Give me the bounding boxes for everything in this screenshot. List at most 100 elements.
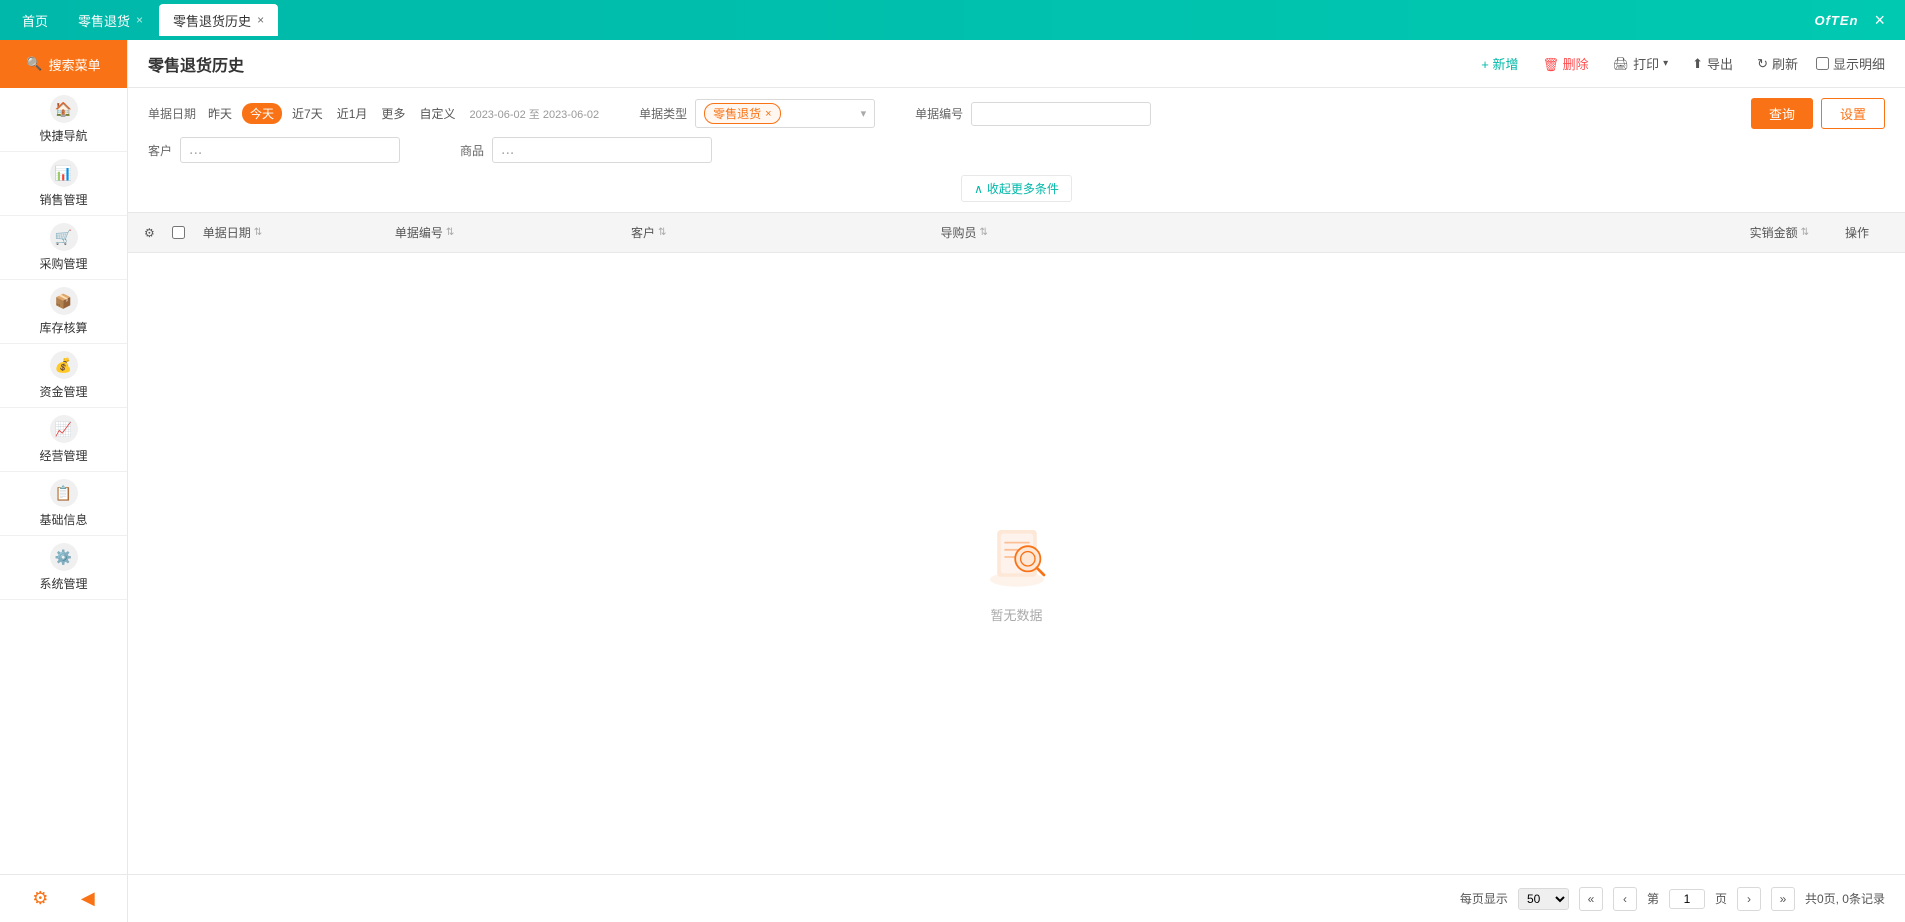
date-btn-7days[interactable]: 近7天 (288, 103, 327, 124)
new-button[interactable]: + 新增 (1475, 50, 1524, 77)
tab-retail-return[interactable]: 零售退货 × (64, 4, 157, 36)
sidebar-item-label: 经营管理 (39, 447, 87, 464)
type-tag-close[interactable]: × (765, 108, 771, 120)
sidebar-item-label: 快捷导航 (39, 127, 87, 144)
th-date-sort[interactable]: ⇅ (254, 227, 262, 238)
page-size-select[interactable]: 50 10 20 100 (1518, 888, 1569, 910)
print-icon: 🖨 (1613, 56, 1630, 72)
setting-button[interactable]: 设置 (1821, 98, 1885, 129)
type-tag: 零售退货 × (704, 103, 780, 124)
sidebar-item-finance[interactable]: 💰 资金管理 (0, 344, 127, 408)
type-tag-label: 零售退货 (713, 105, 761, 122)
date-btn-today[interactable]: 今天 (242, 103, 282, 124)
show-detail-checkbox[interactable] (1816, 57, 1829, 70)
sidebar-search[interactable]: 🔍 搜索菜单 (0, 40, 127, 88)
toolbar: + 新增 🗑 删除 🖨 打印 ▾ ⬆ 导出 ↻ 刷新 显示明细 (1475, 50, 1885, 77)
first-page-button[interactable]: « (1579, 887, 1603, 911)
filter-row-1: 单据日期 昨天 今天 近7天 近1月 更多 自定义 2023-06-02 至 2… (148, 98, 1885, 129)
goods-filter-group: 商品 ... (460, 137, 712, 163)
th-customer: 客户 ⇅ (623, 224, 933, 241)
table-header: ⚙ 单据日期 ⇅ 单据编号 ⇅ 客户 ⇅ 导购员 (128, 213, 1905, 253)
th-guide: 导购员 ⇅ (933, 224, 1169, 241)
th-setting[interactable]: ⚙ (136, 226, 163, 240)
purchase-icon: 🛒 (50, 223, 78, 251)
goods-filter-input[interactable]: ... (492, 137, 712, 163)
content-area: 零售退货历史 + 新增 🗑 删除 🖨 打印 ▾ ⬆ 导出 ↻ 刷新 (128, 40, 1905, 922)
th-checkbox[interactable] (163, 226, 195, 239)
th-amount-sort[interactable]: ⇅ (1801, 227, 1809, 238)
finance-icon: 💰 (50, 351, 78, 379)
prev-page-button[interactable]: ‹ (1613, 887, 1637, 911)
sidebar-item-basic-info[interactable]: 📋 基础信息 (0, 472, 127, 536)
sidebar-item-label: 库存核算 (39, 319, 87, 336)
page-label: 第 (1647, 890, 1659, 907)
main-layout: 🔍 搜索菜单 🏠 快捷导航 📊 销售管理 🛒 采购管理 📦 库存核算 💰 资金管… (0, 40, 1905, 922)
date-btn-more[interactable]: 更多 (377, 103, 409, 124)
window-close-button[interactable]: × (1870, 10, 1889, 31)
sidebar-item-purchase-mgmt[interactable]: 🛒 采购管理 (0, 216, 127, 280)
next-page-button[interactable]: › (1737, 887, 1761, 911)
filter-area: 单据日期 昨天 今天 近7天 近1月 更多 自定义 2023-06-02 至 2… (128, 88, 1905, 213)
date-btn-yesterday[interactable]: 昨天 (204, 103, 236, 124)
last-page-button[interactable]: » (1771, 887, 1795, 911)
print-button[interactable]: 🖨 打印 ▾ (1607, 50, 1675, 77)
top-bar: 首页 零售退货 × 零售退货历史 × OfTEn × (0, 0, 1905, 40)
sidebar-bottom: ⚙ ◀ (0, 874, 127, 922)
page-size-label: 每页显示 (1460, 890, 1508, 907)
type-filter-label: 单据类型 (639, 105, 687, 122)
th-date: 单据日期 ⇅ (195, 224, 387, 241)
tab-home[interactable]: 首页 (8, 4, 62, 36)
sidebar-item-label: 资金管理 (39, 383, 87, 400)
sidebar-item-inventory[interactable]: 📦 库存核算 (0, 280, 127, 344)
type-filter-select[interactable]: 零售退货 × ▾ (695, 99, 875, 128)
table-area: ⚙ 单据日期 ⇅ 单据编号 ⇅ 客户 ⇅ 导购员 (128, 213, 1905, 874)
refresh-button[interactable]: ↻ 刷新 (1751, 50, 1804, 77)
tab-list: 首页 零售退货 × 零售退货历史 × (8, 4, 1814, 36)
customer-filter-label: 客户 (148, 142, 172, 159)
collapse-icon[interactable]: ◀ (81, 888, 95, 909)
brand-label: OfTEn (1814, 13, 1858, 28)
tab-retail-return-history[interactable]: 零售退货历史 × (159, 4, 278, 36)
sales-icon: 📊 (50, 159, 78, 187)
date-btn-1month[interactable]: 近1月 (333, 103, 372, 124)
customer-filter-input[interactable]: ... (180, 137, 400, 163)
sidebar-item-system[interactable]: ⚙️ 系统管理 (0, 536, 127, 600)
query-button[interactable]: 查询 (1751, 98, 1813, 129)
search-icon: 🔍 (26, 56, 42, 72)
show-detail-checkbox-group: 显示明细 (1816, 54, 1885, 73)
sidebar-item-label: 系统管理 (39, 575, 87, 592)
settings-icon[interactable]: ⚙ (32, 888, 48, 909)
sidebar-item-label: 采购管理 (39, 255, 87, 272)
sidebar-search-label: 搜索菜单 (49, 55, 101, 74)
collapse-button[interactable]: ∧ 收起更多条件 (961, 175, 1072, 202)
select-all-checkbox[interactable] (172, 226, 185, 239)
number-filter-group: 单据编号 (915, 102, 1151, 126)
tab-retail-return-close[interactable]: × (136, 13, 143, 27)
th-guide-sort[interactable]: ⇅ (980, 227, 988, 238)
table-setting-icon[interactable]: ⚙ (144, 226, 155, 240)
date-btn-custom[interactable]: 自定义 (415, 103, 459, 124)
collapse-row: ∧ 收起更多条件 (148, 171, 1885, 202)
th-amount: 实销金额 ⇅ (1625, 224, 1817, 241)
action-buttons: 查询 设置 (1751, 98, 1885, 129)
sidebar-item-operations[interactable]: 📈 经营管理 (0, 408, 127, 472)
empty-state: 暂无数据 (128, 253, 1905, 874)
quick-nav-icon: 🏠 (50, 95, 78, 123)
th-customer-sort[interactable]: ⇅ (658, 227, 666, 238)
tab-retail-return-history-close[interactable]: × (257, 13, 264, 27)
sidebar-item-label: 销售管理 (39, 191, 87, 208)
th-operation: 操作 (1817, 224, 1897, 241)
sidebar-item-quick-nav[interactable]: 🏠 快捷导航 (0, 88, 127, 152)
number-filter-input[interactable] (971, 102, 1151, 126)
th-number: 单据编号 ⇅ (387, 224, 623, 241)
delete-button[interactable]: 🗑 删除 (1536, 50, 1594, 77)
sidebar-item-sales-mgmt[interactable]: 📊 销售管理 (0, 152, 127, 216)
export-button[interactable]: ⬆ 导出 (1686, 50, 1739, 77)
customer-filter-group: 客户 ... (148, 137, 400, 163)
page-title: 零售退货历史 (148, 52, 244, 76)
th-number-sort[interactable]: ⇅ (446, 227, 454, 238)
page-header: 零售退货历史 + 新增 🗑 删除 🖨 打印 ▾ ⬆ 导出 ↻ 刷新 (128, 40, 1905, 88)
collapse-label: 收起更多条件 (987, 180, 1059, 197)
page-input[interactable] (1669, 889, 1705, 909)
export-icon: ⬆ (1692, 56, 1703, 72)
